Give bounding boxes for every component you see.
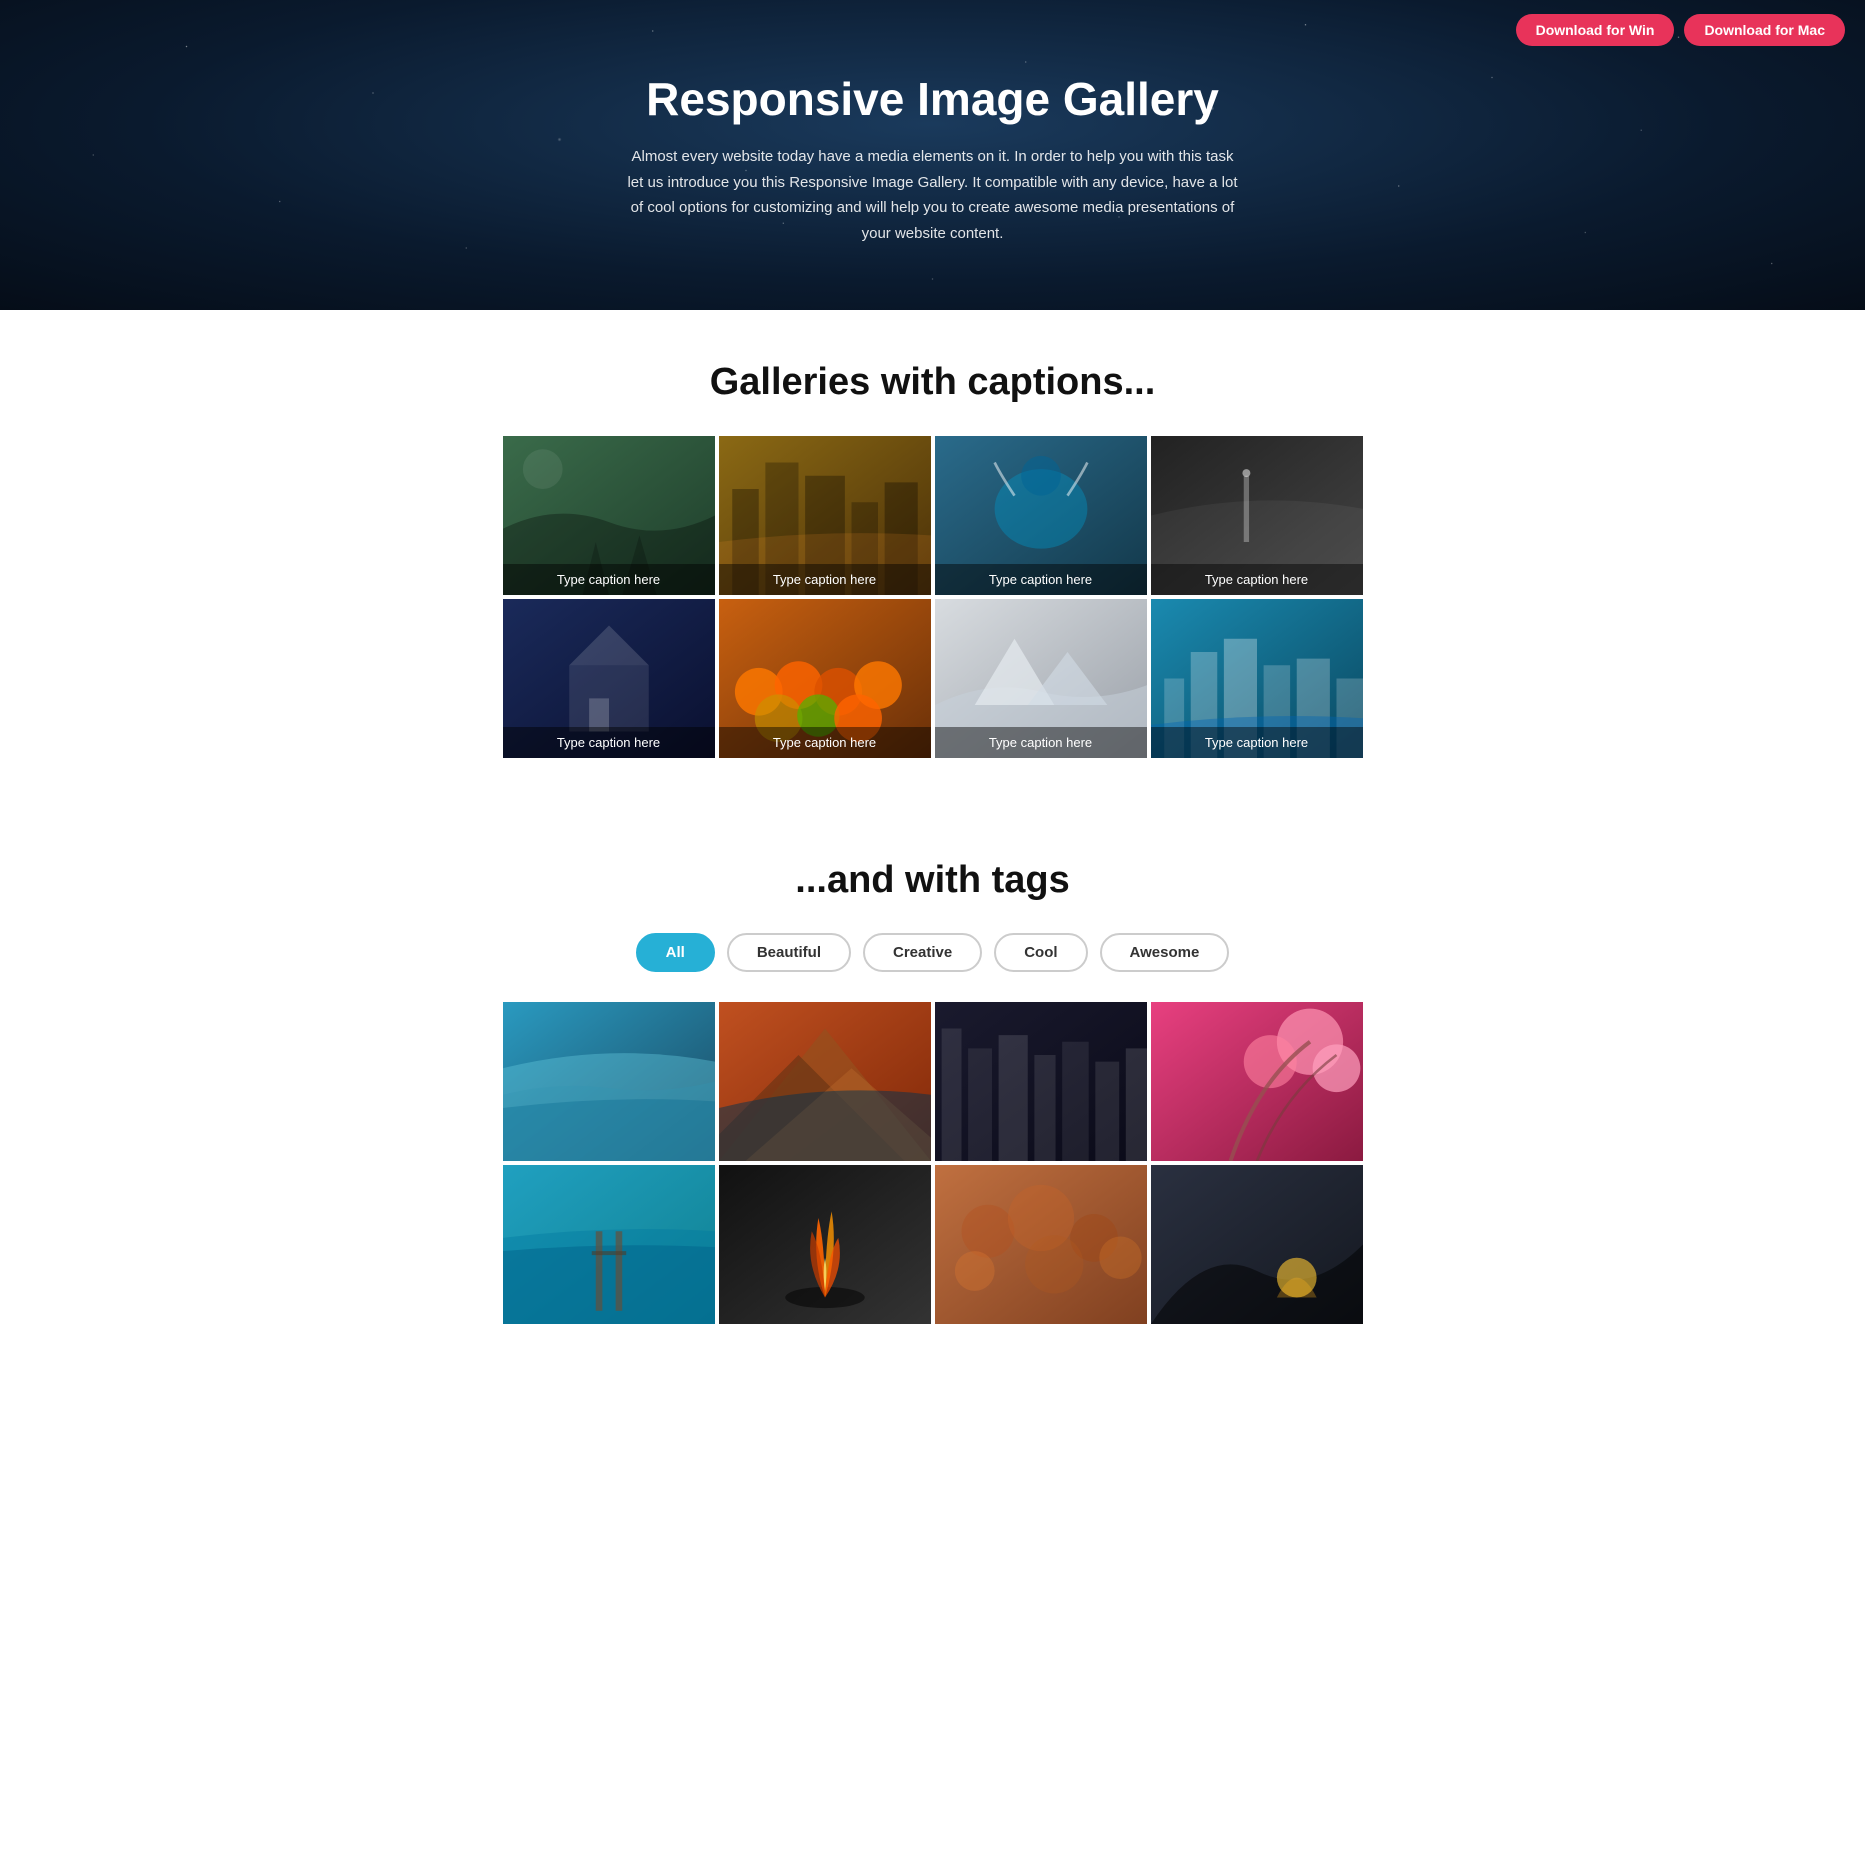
caption-text: Type caption here [1151, 564, 1363, 595]
tags-gallery-item[interactable] [1151, 1002, 1363, 1161]
caption-text: Type caption here [503, 727, 715, 758]
tags-gallery-item[interactable] [1151, 1165, 1363, 1324]
caption-text: Type caption here [935, 727, 1147, 758]
download-win-button[interactable]: Download for Win [1516, 14, 1675, 46]
caption-text: Type caption here [1151, 727, 1363, 758]
captions-section-title: Galleries with captions... [20, 360, 1845, 406]
caption-gallery-item[interactable]: Type caption here [719, 436, 931, 595]
download-bar: Download for Win Download for Mac [1516, 14, 1845, 46]
hero-content: Responsive Image Gallery Almost every we… [623, 74, 1243, 247]
hero-section: Download for Win Download for Mac Respon… [0, 0, 1865, 310]
caption-gallery-item[interactable]: Type caption here [935, 599, 1147, 758]
tag-filter-button[interactable]: Beautiful [727, 933, 851, 972]
captions-gallery-grid: Type caption here Type caption here [483, 436, 1383, 758]
caption-text: Type caption here [503, 564, 715, 595]
hero-title: Responsive Image Gallery [623, 74, 1243, 125]
tags-gallery-item[interactable] [503, 1165, 715, 1324]
tags-gallery-item[interactable] [503, 1002, 715, 1161]
tags-gallery-item[interactable] [719, 1002, 931, 1161]
caption-gallery-item[interactable]: Type caption here [935, 436, 1147, 595]
tag-filter-button[interactable]: Cool [994, 933, 1087, 972]
caption-gallery-item[interactable]: Type caption here [1151, 599, 1363, 758]
caption-gallery-item[interactable]: Type caption here [503, 599, 715, 758]
tags-filter-row: All Beautiful Creative Cool Awesome [20, 933, 1845, 972]
tags-gallery-item[interactable] [935, 1165, 1147, 1324]
tags-section-title: ...and with tags [20, 858, 1845, 904]
caption-text: Type caption here [935, 564, 1147, 595]
caption-gallery-item[interactable]: Type caption here [719, 599, 931, 758]
tags-gallery-grid [483, 1002, 1383, 1324]
tags-gallery-item[interactable] [719, 1165, 931, 1324]
tag-filter-button[interactable]: Awesome [1100, 933, 1230, 972]
tag-filter-button[interactable]: Creative [863, 933, 982, 972]
captions-section: Galleries with captions... Type caption … [0, 310, 1865, 808]
tag-filter-button[interactable]: All [636, 933, 715, 972]
hero-description: Almost every website today have a media … [623, 144, 1243, 246]
caption-gallery-item[interactable]: Type caption here [1151, 436, 1363, 595]
tags-section: ...and with tags All Beautiful Creative Coo… [0, 808, 1865, 1345]
caption-gallery-item[interactable]: Type caption here [503, 436, 715, 595]
download-mac-button[interactable]: Download for Mac [1684, 14, 1845, 46]
caption-text: Type caption here [719, 564, 931, 595]
caption-text: Type caption here [719, 727, 931, 758]
tags-gallery-item[interactable] [935, 1002, 1147, 1161]
